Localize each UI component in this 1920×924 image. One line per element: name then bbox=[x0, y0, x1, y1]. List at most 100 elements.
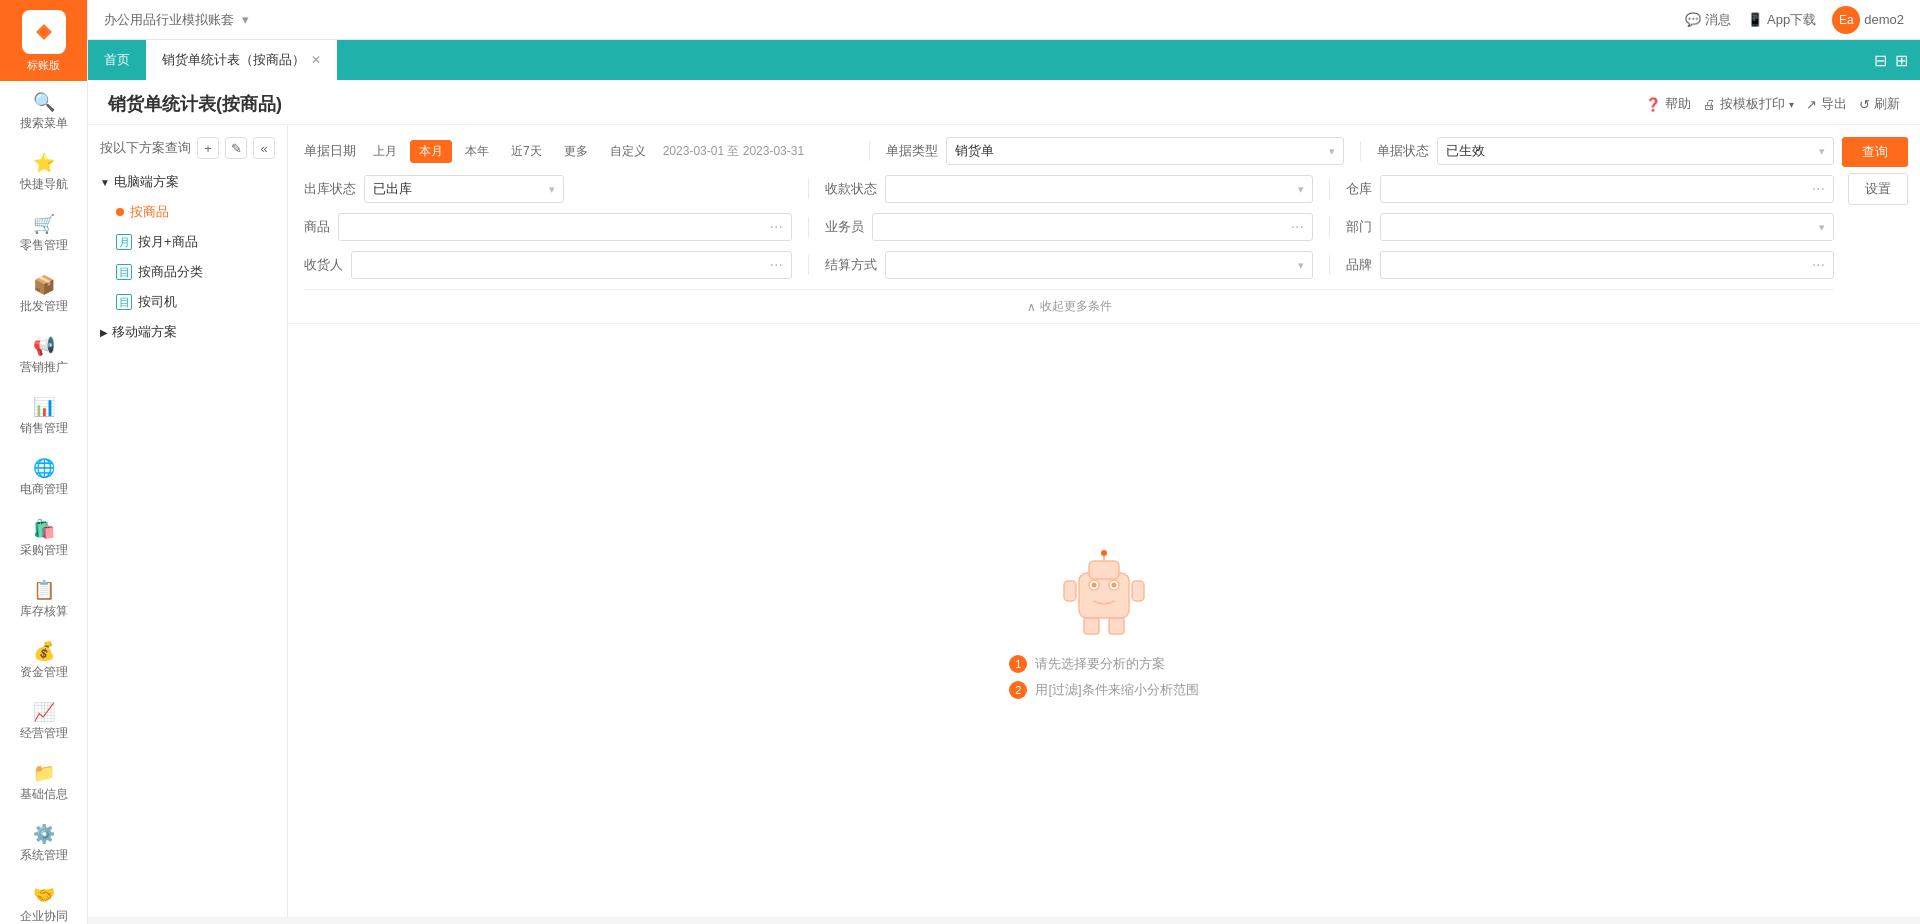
sidebar-item-retail[interactable]: 🛒 零售管理 bbox=[0, 203, 87, 264]
date-tab-custom[interactable]: 自定义 bbox=[601, 140, 655, 163]
date-tab-more[interactable]: 更多 bbox=[555, 140, 597, 163]
date-tab-this-month[interactable]: 本月 bbox=[410, 140, 452, 163]
scheme-by-month-product-label: 按月+商品 bbox=[138, 233, 198, 251]
tab-stats[interactable]: 销货单统计表（按商品） ✕ bbox=[146, 40, 337, 80]
payment-dropdown-icon: ▾ bbox=[1298, 259, 1304, 272]
message-button[interactable]: 💬 消息 bbox=[1685, 11, 1731, 29]
brand-select[interactable]: ··· bbox=[1380, 251, 1834, 279]
query-button[interactable]: 查询 bbox=[1842, 137, 1908, 167]
quick-nav-icon: ⭐ bbox=[33, 152, 55, 174]
sidebar-item-marketing[interactable]: 📢 营销推广 bbox=[0, 325, 87, 386]
sidebar-item-operations[interactable]: 📈 经营管理 bbox=[0, 691, 87, 752]
svg-point-8 bbox=[1092, 582, 1097, 587]
left-panel-title: 按以下方案查询 bbox=[100, 139, 191, 157]
main-area: 办公用品行业模拟账套 ▾ 💬 消息 📱 App下载 Ea demo2 首页 bbox=[88, 0, 1920, 924]
app-download-button[interactable]: 📱 App下载 bbox=[1747, 11, 1816, 29]
scheme-child-by-driver[interactable]: 目 按司机 bbox=[88, 287, 287, 317]
scheme-child-by-product[interactable]: 按商品 bbox=[88, 197, 287, 227]
sidebar-item-system[interactable]: ⚙️ 系统管理 bbox=[0, 813, 87, 874]
receiver-dots-icon[interactable]: ··· bbox=[770, 256, 783, 274]
sidebar-nav: 🔍 搜索菜单 ⭐ 快捷导航 🛒 零售管理 📦 批发管理 📢 营销推广 📊 销售管… bbox=[0, 81, 87, 924]
divider-2 bbox=[1360, 141, 1361, 161]
doc-type-value: 销货单 bbox=[955, 142, 994, 160]
topbar-dropdown-icon[interactable]: ▾ bbox=[242, 12, 249, 27]
scheme-child-by-category[interactable]: 目 按商品分类 bbox=[88, 257, 287, 287]
refresh-button[interactable]: ↺ 刷新 bbox=[1859, 95, 1900, 113]
tab-maximize-icon[interactable]: ⊞ bbox=[1895, 51, 1908, 70]
scheme-parent-mobile[interactable]: ▶ 移动端方案 bbox=[88, 317, 287, 347]
sidebar-item-inventory[interactable]: 📋 库存核算 bbox=[0, 569, 87, 630]
collapse-bar[interactable]: ∧ 收起更多条件 bbox=[304, 289, 1834, 323]
sidebar-item-purchase-label: 采购管理 bbox=[20, 542, 68, 559]
svg-rect-11 bbox=[1132, 581, 1144, 601]
brand-label: 品牌 bbox=[1346, 256, 1372, 274]
svg-rect-12 bbox=[1084, 618, 1099, 634]
wholesale-icon: 📦 bbox=[33, 274, 55, 296]
left-panel-header: 按以下方案查询 + ✎ « bbox=[88, 133, 287, 167]
page: 销货单统计表(按商品) ❓ 帮助 🖨 按模板打印 ▾ ↗ 导出 bbox=[88, 80, 1920, 917]
payment-select[interactable]: ▾ bbox=[885, 251, 1313, 279]
warehouse-dots-icon[interactable]: ··· bbox=[1812, 180, 1825, 198]
sidebar-item-quick-nav[interactable]: ⭐ 快捷导航 bbox=[0, 142, 87, 203]
sidebar-item-enterprise[interactable]: 🤝 企业协同 bbox=[0, 874, 87, 924]
help-button[interactable]: ❓ 帮助 bbox=[1645, 95, 1691, 113]
date-tabs: 上月 本月 本年 近7天 更多 自定义 bbox=[364, 140, 655, 163]
product-select[interactable]: ··· bbox=[338, 213, 792, 241]
doc-status-select[interactable]: 已生效 ▾ bbox=[1437, 137, 1835, 165]
system-icon: ⚙️ bbox=[33, 823, 55, 845]
scheme-by-driver-label: 按司机 bbox=[138, 293, 177, 311]
filter-row-3: 商品 ··· 业务员 bbox=[304, 213, 1834, 241]
brand-dots-icon[interactable]: ··· bbox=[1812, 256, 1825, 274]
tab-home[interactable]: 首页 bbox=[88, 40, 146, 80]
staff-dots-icon[interactable]: ··· bbox=[1291, 218, 1304, 236]
step-1-number: 1 bbox=[1009, 655, 1027, 673]
out-status-select[interactable]: 已出库 ▾ bbox=[364, 175, 564, 203]
doc-type-select[interactable]: 销货单 ▾ bbox=[946, 137, 1344, 165]
svg-point-5 bbox=[1101, 550, 1107, 556]
sidebar-item-marketing-label: 营销推广 bbox=[20, 359, 68, 376]
collapse-panel-button[interactable]: « bbox=[253, 137, 275, 159]
sidebar-item-operations-label: 经营管理 bbox=[20, 725, 68, 742]
sidebar-item-basics[interactable]: 📁 基础信息 bbox=[0, 752, 87, 813]
sidebar-item-sales-label: 销售管理 bbox=[20, 420, 68, 437]
product-dots-icon[interactable]: ··· bbox=[770, 218, 783, 236]
edit-scheme-button[interactable]: ✎ bbox=[225, 137, 247, 159]
warehouse-select[interactable]: ··· bbox=[1380, 175, 1834, 203]
tab-minimize-icon[interactable]: ⊟ bbox=[1874, 51, 1887, 70]
export-icon: ↗ bbox=[1806, 97, 1817, 112]
expand-icon: ▼ bbox=[100, 177, 110, 188]
sidebar-item-wholesale[interactable]: 📦 批发管理 bbox=[0, 264, 87, 325]
user-profile-button[interactable]: Ea demo2 bbox=[1832, 6, 1904, 34]
sidebar-item-sales[interactable]: 📊 销售管理 bbox=[0, 386, 87, 447]
staff-select[interactable]: ··· bbox=[872, 213, 1313, 241]
dept-select[interactable]: ▾ bbox=[1380, 213, 1834, 241]
filter-date: 单据日期 上月 本月 本年 近7天 更多 自定义 bbox=[304, 140, 853, 163]
print-button[interactable]: 🖨 按模板打印 ▾ bbox=[1703, 95, 1794, 113]
add-scheme-button[interactable]: + bbox=[197, 137, 219, 159]
date-tab-7days[interactable]: 近7天 bbox=[502, 140, 551, 163]
tab-close-icon[interactable]: ✕ bbox=[311, 53, 321, 67]
settings-button[interactable]: 设置 bbox=[1848, 173, 1908, 205]
print-dropdown-icon: ▾ bbox=[1789, 99, 1794, 110]
scheme-child-by-month-product[interactable]: 月 按月+商品 bbox=[88, 227, 287, 257]
sidebar-item-finance[interactable]: 💰 资金管理 bbox=[0, 630, 87, 691]
out-status-dropdown-icon: ▾ bbox=[549, 183, 555, 196]
empty-steps: 1 请先选择要分析的方案 2 用[过滤]条件来缩小分析范围 bbox=[1009, 655, 1198, 699]
topbar: 办公用品行业模拟账套 ▾ 💬 消息 📱 App下载 Ea demo2 bbox=[88, 0, 1920, 40]
print-icon: 🖨 bbox=[1703, 97, 1716, 112]
date-tab-this-year[interactable]: 本年 bbox=[456, 140, 498, 163]
sidebar-item-search[interactable]: 🔍 搜索菜单 bbox=[0, 81, 87, 142]
divider-1 bbox=[869, 141, 870, 161]
sidebar-item-finance-label: 资金管理 bbox=[20, 664, 68, 681]
sidebar-item-purchase[interactable]: 🛍️ 采购管理 bbox=[0, 508, 87, 569]
export-button[interactable]: ↗ 导出 bbox=[1806, 95, 1847, 113]
logo-label: 标账版 bbox=[27, 58, 60, 73]
sidebar-item-system-label: 系统管理 bbox=[20, 847, 68, 864]
date-tab-last-month[interactable]: 上月 bbox=[364, 140, 406, 163]
doc-status-label: 单据状态 bbox=[1377, 142, 1429, 160]
sidebar-item-ecommerce[interactable]: 🌐 电商管理 bbox=[0, 447, 87, 508]
help-label: 帮助 bbox=[1665, 95, 1691, 113]
receiver-select[interactable]: ··· bbox=[351, 251, 792, 279]
scheme-parent-desktop[interactable]: ▼ 电脑端方案 bbox=[88, 167, 287, 197]
receipt-status-select[interactable]: ▾ bbox=[885, 175, 1313, 203]
